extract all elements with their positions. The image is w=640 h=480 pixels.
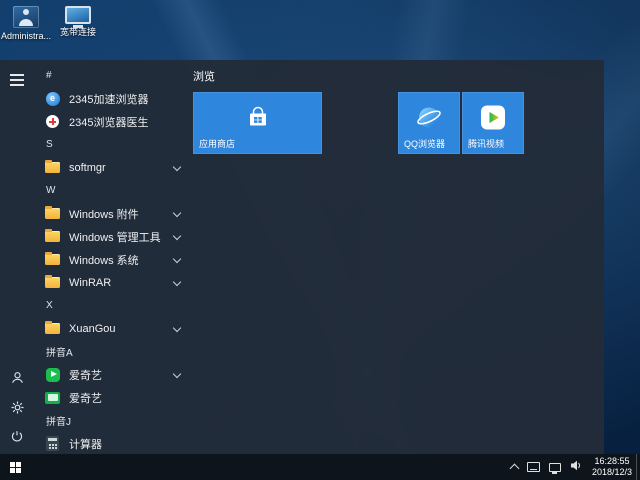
app-label: 计算器 <box>69 438 102 451</box>
app-list-item-iqiyi[interactable]: 爱奇艺 <box>36 363 188 386</box>
clock-date: 2018/12/3 <box>591 467 632 477</box>
2345-browser-doctor-icon <box>44 113 61 130</box>
folder-icon <box>44 251 61 268</box>
chevron-down-icon[interactable] <box>172 208 182 218</box>
chevron-down-icon[interactable] <box>172 323 182 333</box>
app-list-section-hash[interactable]: # <box>36 64 188 87</box>
app-list-folder-windows-admin-tools[interactable]: Windows 管理工具 <box>36 225 188 248</box>
section-label: 拼音A <box>46 348 73 359</box>
tile-qq-browser[interactable]: QQ浏览器 <box>398 92 460 154</box>
chevron-down-icon[interactable] <box>172 162 182 172</box>
start-button[interactable] <box>0 454 30 480</box>
app-list-folder-windows-system[interactable]: Windows 系统 <box>36 248 188 271</box>
hidden-icons-chevron-icon[interactable] <box>509 463 520 474</box>
network-icon[interactable] <box>549 462 561 474</box>
folder-icon <box>44 205 61 222</box>
app-label: 爱奇艺 <box>69 369 102 382</box>
chevron-down-icon[interactable] <box>172 254 182 264</box>
iqiyi-icon <box>44 366 61 383</box>
section-label: 拼音J <box>46 417 71 428</box>
app-list-item-2345-speed-browser[interactable]: 2345加速浏览器 <box>36 87 188 110</box>
hamburger-icon <box>10 71 24 89</box>
section-label: X <box>46 300 53 311</box>
user-account-button[interactable] <box>0 366 34 394</box>
user-files-icon <box>13 6 39 28</box>
app-label: Windows 附件 <box>69 208 139 221</box>
expand-menu-button[interactable] <box>0 66 34 94</box>
chevron-down-icon[interactable] <box>172 277 182 287</box>
desktop-icon-label: Administra... <box>0 31 51 41</box>
taskbar-clock[interactable]: 16:28:55 2018/12/3 <box>592 454 632 480</box>
section-label: W <box>46 185 56 196</box>
app-list-section-pinyin-a[interactable]: 拼音A <box>36 340 188 363</box>
start-menu: # 2345加速浏览器 2345浏览器医生 S softmgr W Window… <box>0 60 604 454</box>
chevron-down-icon[interactable] <box>172 369 182 379</box>
clock-time: 16:28:55 <box>594 456 630 466</box>
section-label: S <box>46 139 53 150</box>
windows-logo-icon <box>9 461 21 473</box>
desktop-icon-label: 宽带连接 <box>59 27 96 37</box>
qq-browser-icon <box>415 103 443 136</box>
touch-keyboard-icon[interactable] <box>527 462 540 472</box>
start-menu-rail <box>0 60 34 454</box>
app-list-section-pinyin-j[interactable]: 拼音J <box>36 409 188 432</box>
app-list-section-s[interactable]: S <box>36 133 188 156</box>
app-list-item-iqiyi-player[interactable]: 爱奇艺 <box>36 386 188 409</box>
folder-icon <box>44 274 61 291</box>
app-list-folder-softmgr[interactable]: softmgr <box>36 156 188 179</box>
desktop-icon-broadband[interactable]: 宽带连接 <box>52 6 104 37</box>
2345-speed-browser-icon <box>44 90 61 107</box>
section-label: # <box>46 70 52 81</box>
app-label: Windows 系统 <box>69 254 139 267</box>
power-icon <box>10 429 24 448</box>
app-list-item-2345-browser-doctor[interactable]: 2345浏览器医生 <box>36 110 188 133</box>
taskbar: 16:28:55 2018/12/3 <box>0 454 640 480</box>
app-list-folder-xuangou[interactable]: XuanGou <box>36 317 188 340</box>
app-label: 2345加速浏览器 <box>69 93 149 106</box>
tile-tencent-video[interactable]: 腾讯视频 <box>462 92 524 154</box>
tile-label: 腾讯视频 <box>468 139 505 149</box>
folder-icon <box>44 159 61 176</box>
iqiyi-player-icon <box>44 389 61 406</box>
system-tray <box>509 454 582 480</box>
app-label: 爱奇艺 <box>69 392 102 405</box>
app-list-folder-winrar[interactable]: WinRAR <box>36 271 188 294</box>
tile-label: QQ浏览器 <box>404 139 446 149</box>
app-list-folder-windows-accessories[interactable]: Windows 附件 <box>36 202 188 225</box>
app-label: 2345浏览器医生 <box>69 116 149 129</box>
broadband-connection-icon <box>65 6 91 28</box>
tile-label: 应用商店 <box>199 139 236 149</box>
show-desktop-button[interactable] <box>636 454 640 480</box>
app-label: Windows 管理工具 <box>69 231 161 244</box>
folder-icon <box>44 228 61 245</box>
folder-icon <box>44 320 61 337</box>
tile-group-label[interactable]: 浏览 <box>193 68 215 84</box>
calculator-icon <box>44 435 61 452</box>
app-list-item-calculator[interactable]: 计算器 <box>36 432 188 455</box>
app-list: # 2345加速浏览器 2345浏览器医生 S softmgr W Window… <box>36 64 188 455</box>
settings-button[interactable] <box>0 396 34 424</box>
tile-app-store[interactable]: 应用商店 <box>193 92 322 154</box>
power-button[interactable] <box>0 424 34 452</box>
app-list-section-x[interactable]: X <box>36 294 188 317</box>
app-label: softmgr <box>69 161 106 174</box>
tencent-video-icon <box>479 103 507 136</box>
microsoft-store-icon <box>245 104 271 135</box>
volume-icon[interactable] <box>570 458 582 476</box>
app-list-section-w[interactable]: W <box>36 179 188 202</box>
user-icon <box>10 370 25 390</box>
app-label: XuanGou <box>69 322 116 335</box>
chevron-down-icon[interactable] <box>172 231 182 241</box>
gear-icon <box>10 400 25 420</box>
desktop-icon-administrator[interactable]: Administra... <box>0 6 52 41</box>
app-label: WinRAR <box>69 276 112 289</box>
desktop: { "desktop": { "icons": [ {"label": "Adm… <box>0 0 640 480</box>
